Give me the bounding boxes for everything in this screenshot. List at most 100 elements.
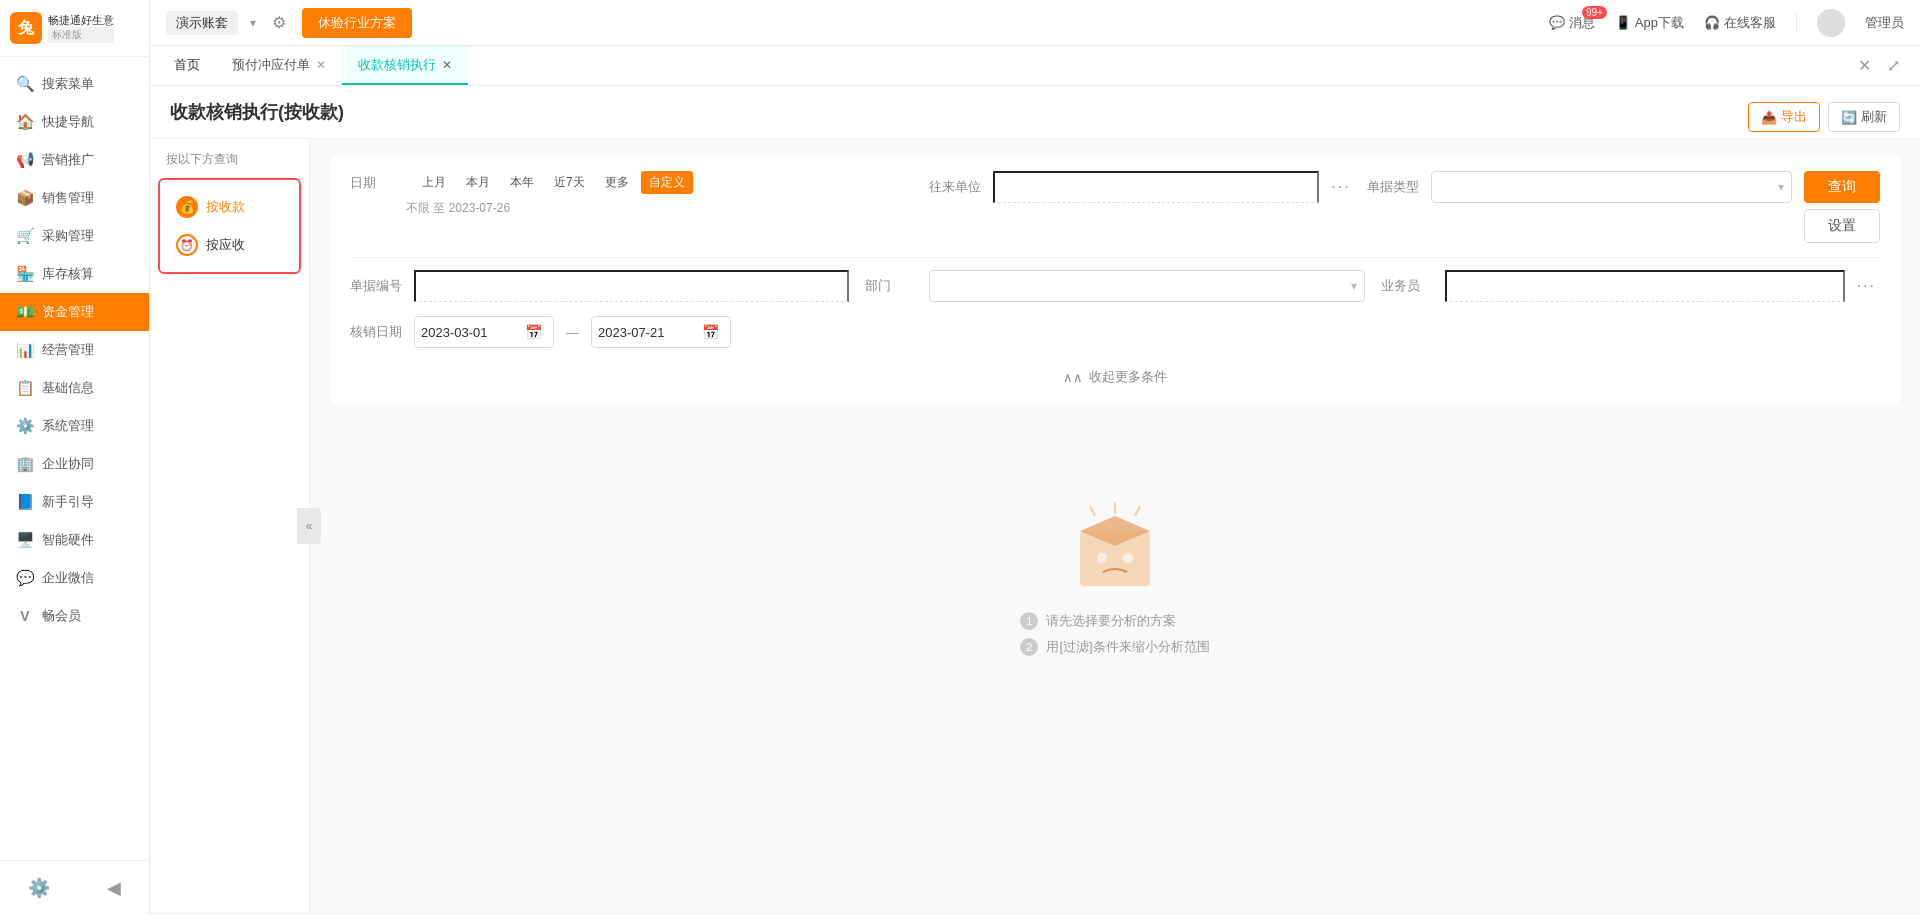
- app-version: 标准版: [48, 27, 114, 43]
- sidebar-item-sales[interactable]: 📦 销售管理: [0, 179, 149, 217]
- industry-plan-button[interactable]: 休验行业方案: [302, 8, 412, 38]
- sidebar-item-hardware[interactable]: 🖥️ 智能硬件: [0, 521, 149, 559]
- dept-label: 部门: [865, 277, 921, 295]
- date-range-text-row: 不限 至 2023-07-26: [350, 200, 917, 217]
- hint-text-1: 请先选择要分析的方案: [1046, 612, 1176, 630]
- tab-home[interactable]: 首页: [158, 46, 216, 85]
- sidebar-item-member[interactable]: V 畅会员: [0, 597, 149, 635]
- settings-gear-icon: ⚙️: [28, 877, 50, 899]
- date-tab-7days[interactable]: 近7天: [546, 171, 593, 194]
- query-form: 日期 上月 本月 本年 近7天 更多 自定义: [330, 155, 1900, 404]
- tab-receipt-offset-label: 收款核销执行: [358, 56, 436, 74]
- sidebar-item-guide[interactable]: 📘 新手引导: [0, 483, 149, 521]
- sidebar-bottom-collapse[interactable]: ◀: [99, 869, 129, 907]
- sidebar-item-finance[interactable]: 💵 资金管理: [0, 293, 149, 331]
- sidebar-bottom-settings[interactable]: ⚙️: [20, 869, 58, 907]
- offset-date-start-calendar-icon[interactable]: 📅: [525, 324, 542, 340]
- date-tab-more[interactable]: 更多: [597, 171, 637, 194]
- sidebar-label-enterprise: 企业协同: [42, 455, 94, 473]
- date-range-text: 不限 至 2023-07-26: [406, 200, 510, 217]
- sidebar-item-enterprise[interactable]: 🏢 企业协同: [0, 445, 149, 483]
- offset-date-end-input[interactable]: [598, 325, 698, 340]
- topbar-divider: [1796, 13, 1797, 33]
- receipt-icon: 💰: [176, 196, 198, 218]
- sidebar-label-purchase: 采购管理: [42, 227, 94, 245]
- salesperson-more-icon[interactable]: ···: [1853, 277, 1880, 295]
- doc-no-field: 单据编号: [350, 270, 849, 302]
- tab-receipt-offset[interactable]: 收款核销执行 ✕: [342, 46, 468, 85]
- offset-date-field: 核销日期 📅 — 📅: [350, 316, 731, 348]
- salesperson-label: 业务员: [1381, 277, 1437, 295]
- sidebar-label-finance: 资金管理: [42, 303, 94, 321]
- app-download-icon: 📱: [1615, 15, 1631, 30]
- sidebar-bottom: ⚙️ ◀: [0, 860, 149, 915]
- form-buttons: 查询 设置: [1804, 171, 1880, 243]
- refresh-button[interactable]: 🔄 刷新: [1828, 102, 1900, 132]
- offset-date-end-calendar-icon[interactable]: 📅: [702, 324, 719, 340]
- tabbar-actions: ✕ ⤢: [1854, 46, 1912, 85]
- sidebar-label-wechat: 企业微信: [42, 569, 94, 587]
- sidebar-item-quick-nav[interactable]: 🏠 快捷导航: [0, 103, 149, 141]
- sidebar-item-basic[interactable]: 📋 基础信息: [0, 369, 149, 407]
- date-row: 日期 上月 本月 本年 近7天 更多 自定义: [350, 171, 917, 194]
- topbar-gear-icon[interactable]: ⚙: [272, 13, 286, 32]
- sidebar-label-member: 畅会员: [42, 607, 81, 625]
- sidebar-item-system[interactable]: ⚙️ 系统管理: [0, 407, 149, 445]
- sidebar-item-wechat[interactable]: 💬 企业微信: [0, 559, 149, 597]
- sidebar-item-purchase[interactable]: 🛒 采购管理: [0, 217, 149, 255]
- tab-prepay[interactable]: 预付冲应付单 ✕: [216, 46, 342, 85]
- date-tab-custom[interactable]: 自定义: [641, 171, 693, 194]
- user-avatar[interactable]: [1817, 9, 1845, 37]
- salesperson-input[interactable]: [1445, 270, 1845, 302]
- offset-date-start-input[interactable]: [421, 325, 521, 340]
- tab-expand-icon[interactable]: ⤢: [1883, 52, 1904, 79]
- hint-num-2: 2: [1020, 638, 1038, 656]
- export-button[interactable]: 📤 导出: [1748, 102, 1820, 132]
- tabbar: 首页 预付冲应付单 ✕ 收款核销执行 ✕ ✕ ⤢: [150, 46, 1920, 86]
- sidebar-item-inventory[interactable]: 🏪 库存核算: [0, 255, 149, 293]
- counterparty-field: 往来单位 ···: [929, 171, 1354, 203]
- doc-no-input[interactable]: [414, 270, 849, 302]
- sidebar: 兔 畅捷通好生意 标准版 🔍 搜索菜单 🏠 快捷导航 📢 营销推广 📦 销售管理…: [0, 0, 150, 915]
- doc-type-select[interactable]: [1431, 171, 1792, 203]
- purchase-icon: 🛒: [16, 227, 34, 245]
- finance-icon: 💵: [16, 303, 34, 321]
- page-actions: 📤 导出 🔄 刷新: [1748, 100, 1900, 132]
- counterparty-input[interactable]: [993, 171, 1319, 203]
- empty-hint-1: 1 请先选择要分析的方案: [1020, 612, 1176, 630]
- filter-option-receipt[interactable]: 💰 按收款: [166, 188, 293, 226]
- collapse-more-btn[interactable]: ∧∧ 收起更多条件: [350, 362, 1880, 396]
- hint-text-2: 用[过滤]条件来缩小分析范围: [1046, 638, 1209, 656]
- counterparty-more-icon[interactable]: ···: [1327, 178, 1354, 196]
- message-badge: 99+: [1582, 6, 1607, 19]
- date-tab-this-year[interactable]: 本年: [502, 171, 542, 194]
- settings-button[interactable]: 设置: [1804, 209, 1880, 243]
- filter-option-receivable[interactable]: ⏰ 按应收: [166, 226, 293, 264]
- dept-field: 部门 ▾: [865, 270, 1364, 302]
- tab-close-all-icon[interactable]: ✕: [1854, 52, 1875, 79]
- operation-icon: 📊: [16, 341, 34, 359]
- message-btn[interactable]: 💬 消息 99+: [1549, 14, 1595, 32]
- app-download-btn[interactable]: 📱 App下载: [1615, 14, 1684, 32]
- tab-prepay-close[interactable]: ✕: [316, 58, 326, 72]
- company-dropdown-icon[interactable]: ▾: [250, 16, 256, 30]
- date-tab-this-month[interactable]: 本月: [458, 171, 498, 194]
- collapse-chevron-icon: «: [306, 519, 313, 533]
- sales-icon: 📦: [16, 189, 34, 207]
- search-icon: 🔍: [16, 75, 34, 93]
- sidebar-label-operation: 经营管理: [42, 341, 94, 359]
- dept-select[interactable]: [929, 270, 1364, 302]
- sidebar-item-marketing[interactable]: 📢 营销推广: [0, 141, 149, 179]
- sidebar-item-search[interactable]: 🔍 搜索菜单: [0, 65, 149, 103]
- offset-date-end-wrap: 📅: [591, 316, 731, 348]
- guide-icon: 📘: [16, 493, 34, 511]
- query-button[interactable]: 查询: [1804, 171, 1880, 203]
- export-label: 导出: [1781, 108, 1807, 126]
- tab-receipt-offset-close[interactable]: ✕: [442, 58, 452, 72]
- topbar: 演示账套 ▾ ⚙ 休验行业方案 💬 消息 99+ 📱 App下载 🎧 在线客服 …: [150, 0, 1920, 46]
- inventory-icon: 🏪: [16, 265, 34, 283]
- sidebar-item-operation[interactable]: 📊 经营管理: [0, 331, 149, 369]
- filter-panel-collapse-btn[interactable]: «: [297, 508, 321, 544]
- online-service-btn[interactable]: 🎧 在线客服: [1704, 14, 1776, 32]
- date-tab-last-month[interactable]: 上月: [414, 171, 454, 194]
